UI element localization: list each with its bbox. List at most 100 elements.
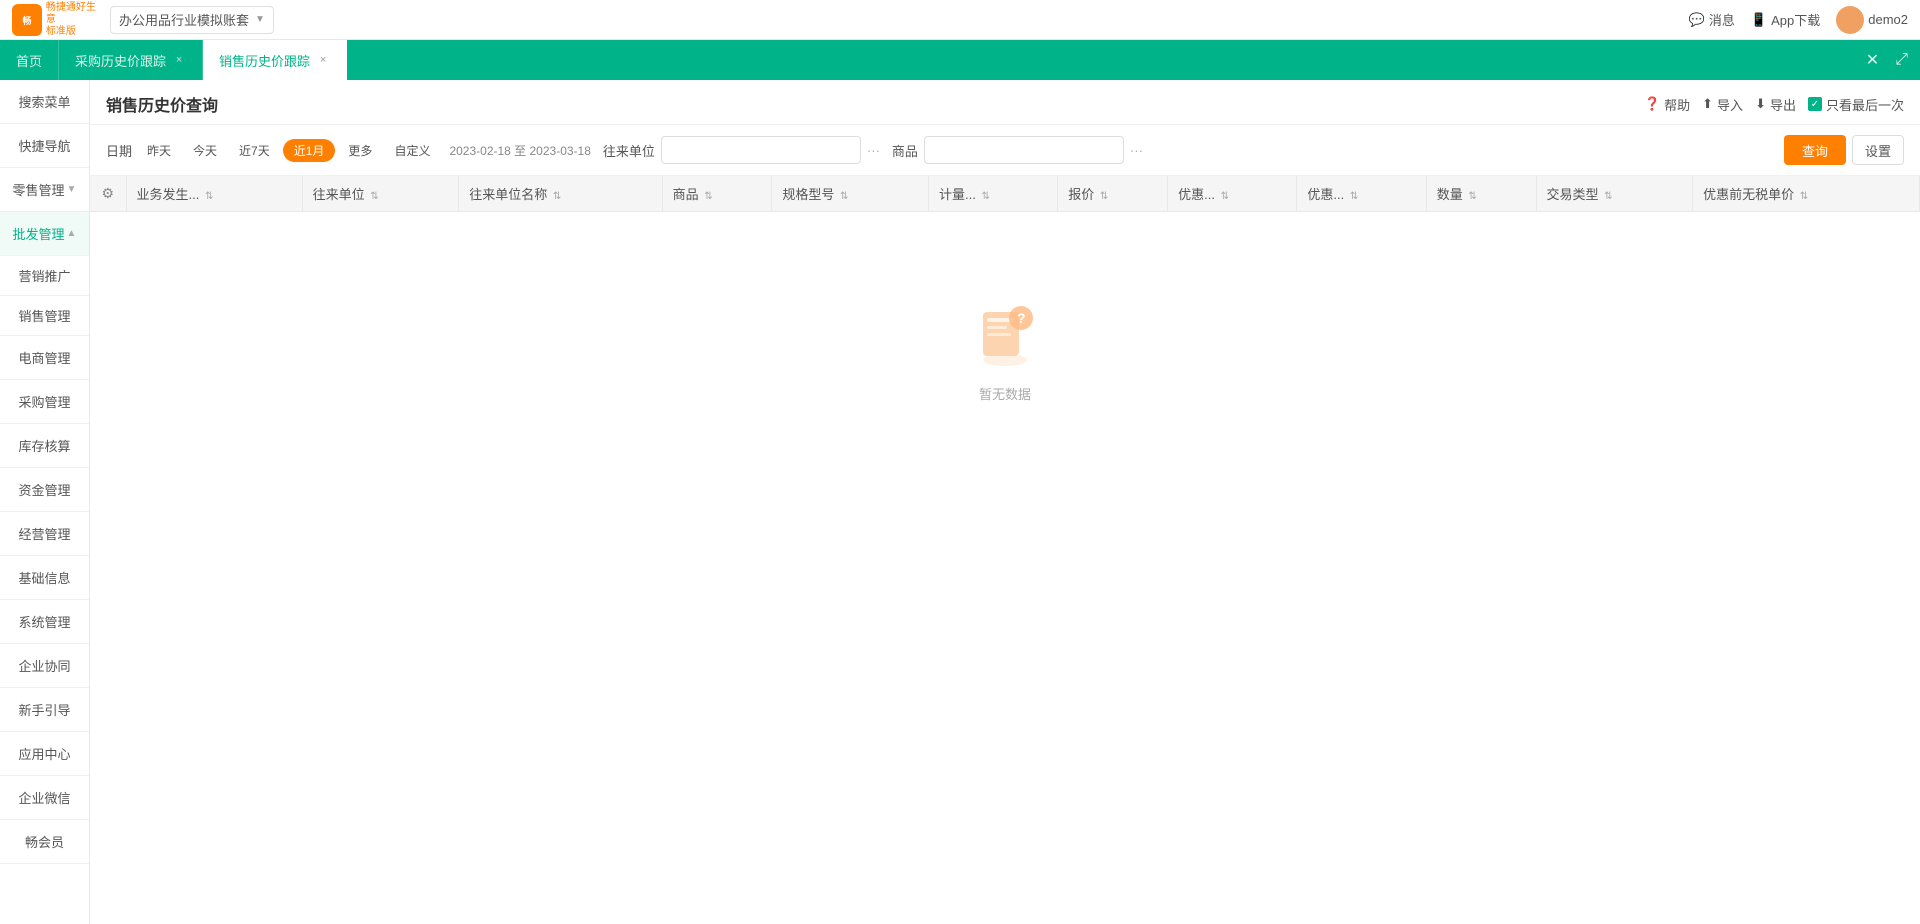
sidebar-item-retail-mgmt[interactable]: 零售管理 ▼ [0,168,89,212]
tab-sales-close[interactable]: × [316,53,330,67]
sidebar-item-new-user-guide[interactable]: 新手引导 [0,688,89,732]
date-btn-more[interactable]: 更多 [339,139,381,162]
tab-purchase-history[interactable]: 采购历史价跟踪 × [59,40,203,80]
col-price-label: 报价 [1068,187,1094,202]
filter-bar: 日期 昨天 今天 近7天 近1月 更多 自定义 2023-02-18 至 202… [90,125,1920,176]
sidebar: 搜索菜单 快捷导航 零售管理 ▼ 批发管理 ▲ 营销推广 销售管理 电商管理 采… [0,80,90,924]
sort-icon[interactable]: ⇅ [704,191,712,202]
settings-button[interactable]: 设置 [1852,135,1904,165]
tab-home[interactable]: 首页 [0,40,59,80]
empty-text: 暂无数据 [979,384,1031,403]
col-partner-code-label: 往来单位 [313,187,365,202]
close-tab-icon[interactable]: ✕ [1862,46,1883,74]
sidebar-system-label: 系统管理 [18,612,70,631]
tab-purchase-close[interactable]: × [172,53,186,67]
sort-icon[interactable]: ⇅ [840,191,848,202]
date-btn-1month[interactable]: 近1月 [283,139,336,162]
sidebar-wholesale-label: 批发管理 [13,224,65,243]
sidebar-item-operations-mgmt[interactable]: 经营管理 [0,512,89,556]
col-quantity-label: 数量 [1437,187,1463,202]
messages-button[interactable]: 💬 消息 [1689,10,1735,29]
sort-icon[interactable]: ⇅ [981,191,989,202]
gear-icon[interactable]: ⚙ [101,185,114,201]
sort-icon[interactable]: ⇅ [1468,191,1476,202]
col-price: 报价 ⇅ [1058,176,1168,212]
help-button[interactable]: ❓ 帮助 [1644,95,1690,114]
sidebar-guide-label: 新手引导 [18,700,70,719]
date-filter-group: 日期 昨天 今天 近7天 近1月 更多 自定义 2023-02-18 至 202… [106,139,591,162]
company-dropdown[interactable]: 办公用品行业模拟账套 ▼ [110,6,274,34]
empty-state: ? 暂无数据 [90,212,1920,483]
sidebar-item-marketing-promo[interactable]: 营销推广 [0,256,89,296]
sidebar-finance-label: 资金管理 [18,480,70,499]
col-pre-discount-tax-free: 优惠前无税单价 ⇅ [1693,176,1920,212]
col-partner-name-label: 往来单位名称 [469,187,547,202]
svg-text:畅: 畅 [22,15,31,26]
sort-icon[interactable]: ⇅ [1350,191,1358,202]
sidebar-item-app-center[interactable]: 应用中心 [0,732,89,776]
sidebar-quicknav-label: 快捷导航 [18,136,70,155]
page-container: 销售历史价查询 ❓ 帮助 ⬆ 导入 ⬇ 导出 [90,80,1920,924]
page-title: 销售历史价查询 [106,92,218,116]
data-table: ⚙ 业务发生... ⇅ 往来单位 ⇅ 往来单位名称 [90,176,1920,212]
sidebar-item-purchase-mgmt[interactable]: 采购管理 [0,380,89,424]
sort-icon[interactable]: ⇅ [1221,191,1229,202]
col-partner-code: 往来单位 ⇅ [302,176,459,212]
import-button[interactable]: ⬆ 导入 [1702,95,1743,114]
page-header: 销售历史价查询 ❓ 帮助 ⬆ 导入 ⬇ 导出 [90,80,1920,125]
sort-icon[interactable]: ⇅ [370,191,378,202]
sort-icon[interactable]: ⇅ [1100,191,1108,202]
message-icon: 💬 [1689,12,1705,28]
date-btn-custom[interactable]: 自定义 [385,139,439,162]
export-button[interactable]: ⬇ 导出 [1755,95,1796,114]
help-icon: ❓ [1644,96,1660,112]
sidebar-item-wholesale-mgmt[interactable]: 批发管理 ▲ [0,212,89,256]
sidebar-item-quick-nav[interactable]: 快捷导航 [0,124,89,168]
goods-input[interactable] [924,136,1124,164]
only-last-checkbox-label[interactable]: 只看最后一次 [1808,95,1904,114]
top-bar-right: 💬 消息 📱 App下载 demo2 [1689,6,1908,34]
sidebar-item-enterprise-wechat[interactable]: 企业微信 [0,776,89,820]
date-btn-today[interactable]: 今天 [184,139,226,162]
sort-icon[interactable]: ⇅ [205,191,213,202]
goods-filter: 商品 ··· [892,136,1143,164]
col-quantity: 数量 ⇅ [1426,176,1536,212]
content-area: 销售历史价查询 ❓ 帮助 ⬆ 导入 ⬇ 导出 [90,80,1920,924]
sidebar-item-search-menu[interactable]: 搜索菜单 [0,80,89,124]
date-btn-7days[interactable]: 近7天 [230,139,279,162]
only-last-checkbox[interactable] [1808,97,1822,111]
table-container: ⚙ 业务发生... ⇅ 往来单位 ⇅ 往来单位名称 [90,176,1920,924]
sidebar-item-ecommerce-mgmt[interactable]: 电商管理 [0,336,89,380]
sidebar-item-sales-mgmt[interactable]: 销售管理 [0,296,89,336]
app-download-button[interactable]: 📱 App下载 [1751,10,1820,29]
sidebar-purchase-label: 采购管理 [18,392,70,411]
sort-icon[interactable]: ⇅ [1800,191,1808,202]
trading-partner-filter: 往来单位 ··· [603,136,880,164]
sort-icon[interactable]: ⇅ [553,191,561,202]
sidebar-item-finance-mgmt[interactable]: 资金管理 [0,468,89,512]
trading-partner-label: 往来单位 [603,141,655,160]
sidebar-item-enterprise-collab[interactable]: 企业协同 [0,644,89,688]
sidebar-item-inventory-check[interactable]: 库存核算 [0,424,89,468]
logo-icon: 畅 [12,4,42,36]
sidebar-item-basic-info[interactable]: 基础信息 [0,556,89,600]
goods-label: 商品 [892,141,918,160]
sidebar-item-system-mgmt[interactable]: 系统管理 [0,600,89,644]
sidebar-item-member-club[interactable]: 畅会员 [0,820,89,864]
tab-sales-history[interactable]: 销售历史价跟踪 × [203,40,347,80]
trading-partner-picker-btn[interactable]: ··· [867,143,880,158]
col-discount2: 优惠... ⇅ [1297,176,1426,212]
username-label: demo2 [1868,12,1908,27]
sidebar-inventory-label: 库存核算 [18,436,70,455]
date-btn-yesterday[interactable]: 昨天 [138,139,180,162]
sidebar-collab-label: 企业协同 [18,656,70,675]
col-settings: ⚙ [90,176,126,212]
top-bar: 畅 畅捷通好生意 标准版 办公用品行业模拟账套 ▼ 💬 消息 📱 App下载 d… [0,0,1920,40]
fullscreen-icon[interactable]: ⤢ [1891,47,1912,73]
query-button[interactable]: 查询 [1784,135,1846,165]
main-layout: 搜索菜单 快捷导航 零售管理 ▼ 批发管理 ▲ 营销推广 销售管理 电商管理 采… [0,80,1920,924]
user-profile-button[interactable]: demo2 [1836,6,1908,34]
sort-icon[interactable]: ⇅ [1604,191,1612,202]
trading-partner-input[interactable] [661,136,861,164]
goods-picker-btn[interactable]: ··· [1130,143,1143,158]
